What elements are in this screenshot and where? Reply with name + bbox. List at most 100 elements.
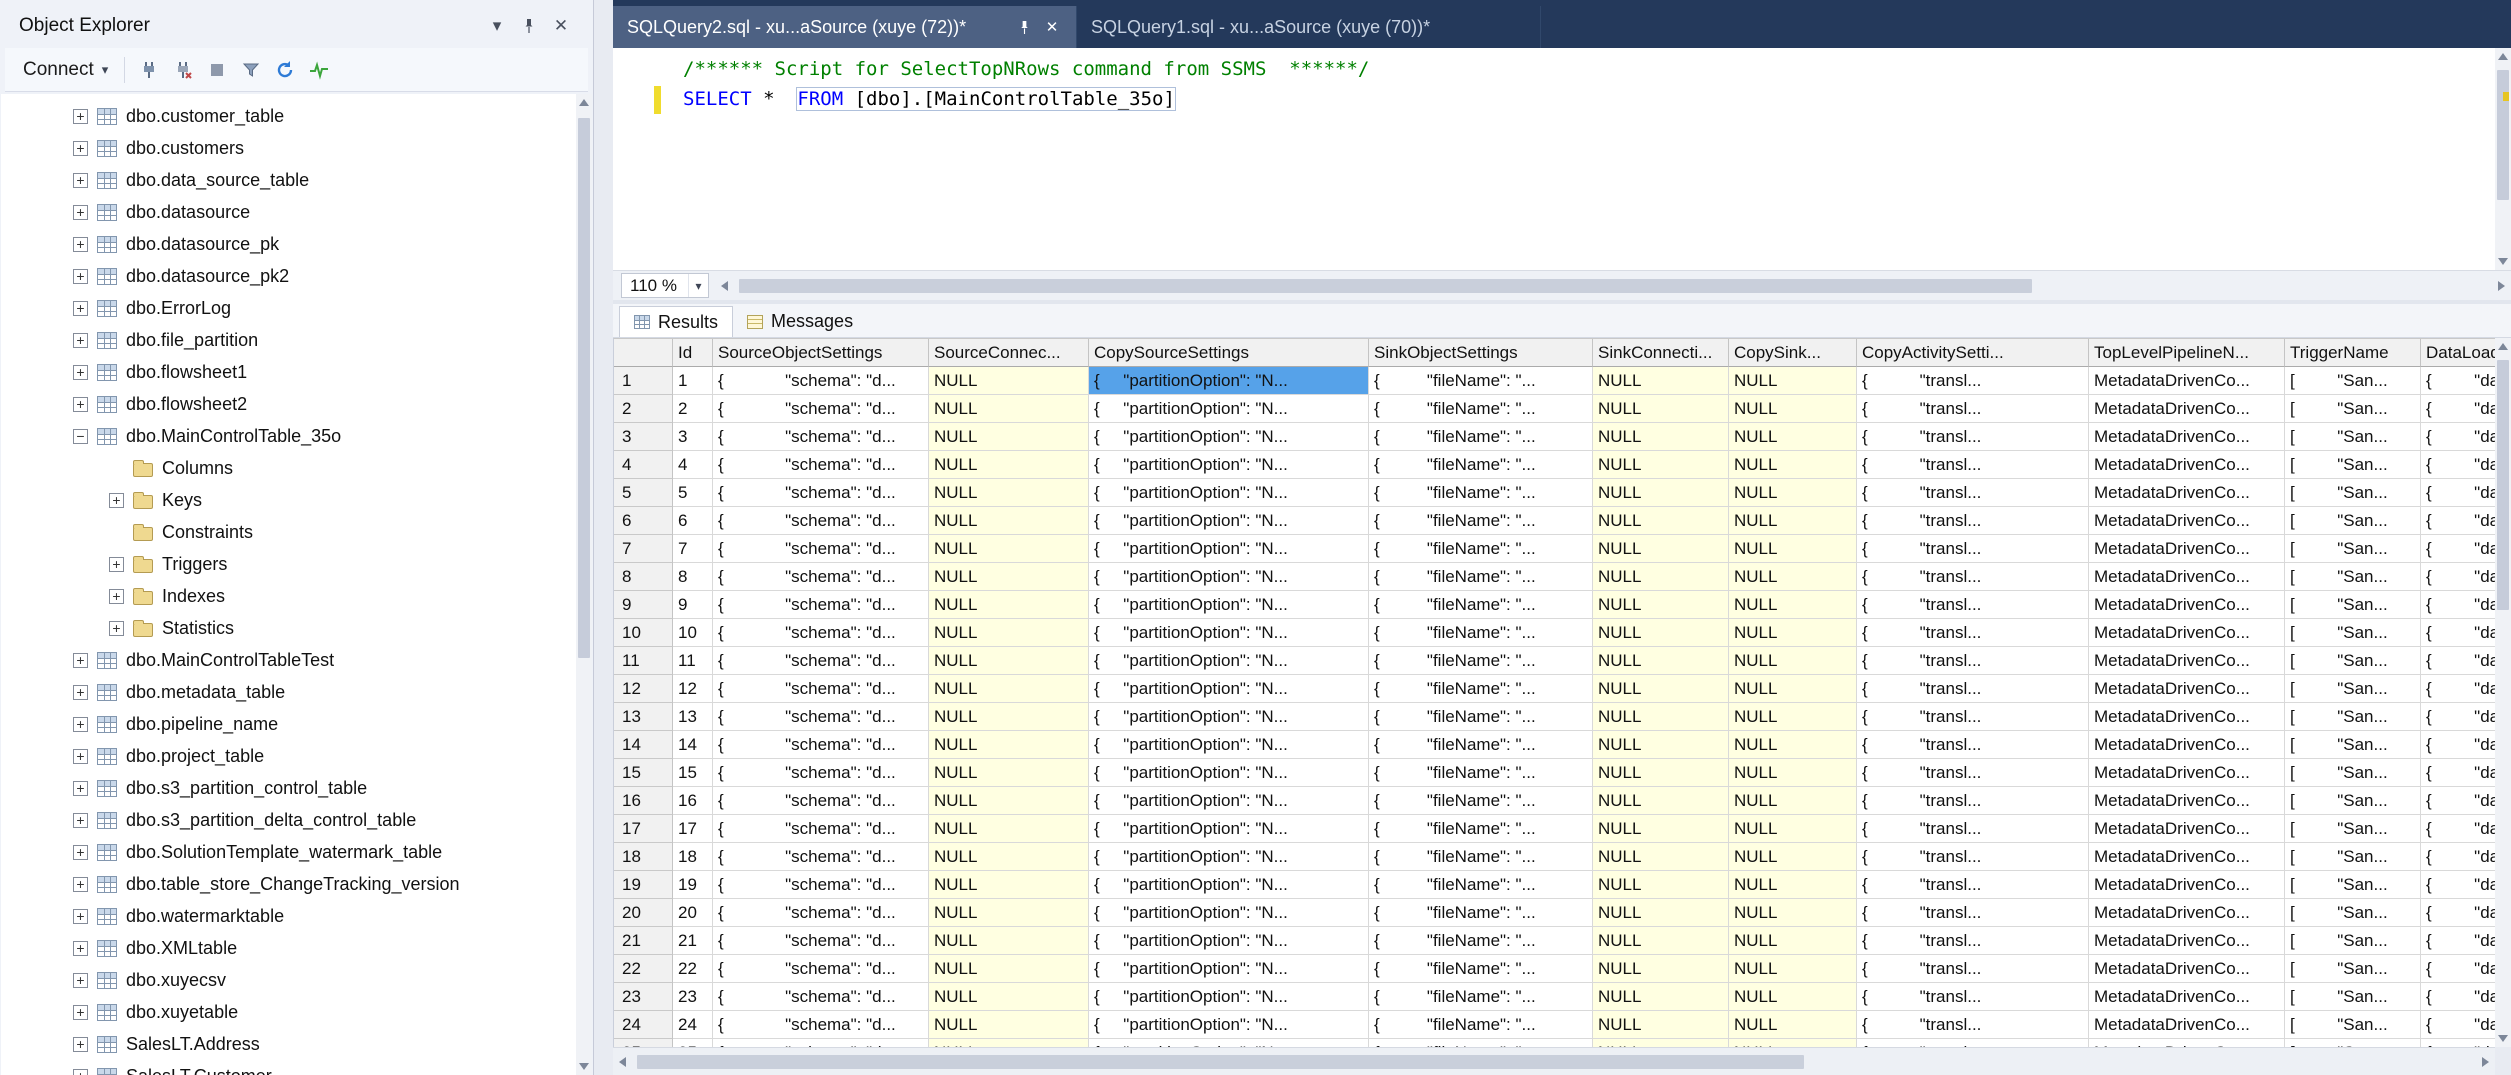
grid-cell-topLevelPipelineName[interactable]: MetadataDrivenCo... bbox=[2089, 1011, 2285, 1039]
grid-cell-sinkConnection[interactable]: NULL bbox=[1593, 731, 1729, 759]
expand-icon[interactable]: + bbox=[73, 109, 88, 124]
column-header-sourceObjectSettings[interactable]: SourceObjectSettings bbox=[713, 339, 929, 367]
grid-cell-sourceConnection[interactable]: NULL bbox=[929, 395, 1089, 423]
grid-cell-sinkObjectSettings[interactable]: { "fileName": "... bbox=[1369, 703, 1593, 731]
grid-cell-topLevelPipelineName[interactable]: MetadataDrivenCo... bbox=[2089, 843, 2285, 871]
grid-cell-sourceObjectSettings[interactable]: { "schema": "d... bbox=[713, 423, 929, 451]
row-header-cell[interactable]: 21 bbox=[614, 927, 673, 955]
grid-cell-sourceObjectSettings[interactable]: { "schema": "d... bbox=[713, 367, 929, 395]
grid-cell-sinkObjectSettings[interactable]: { "fileName": "... bbox=[1369, 871, 1593, 899]
tab-results[interactable]: Results bbox=[619, 306, 733, 337]
grid-cell-topLevelPipelineName[interactable]: MetadataDrivenCo... bbox=[2089, 675, 2285, 703]
row-header-cell[interactable]: 4 bbox=[614, 451, 673, 479]
tree-item-dbo-xuyetable[interactable]: +dbo.xuyetable bbox=[1, 996, 576, 1028]
editor-scrollbar[interactable] bbox=[2495, 48, 2511, 270]
grid-cell-sourceConnection[interactable]: NULL bbox=[929, 675, 1089, 703]
tree-item-dbo-s3-partition-delta-control-table[interactable]: +dbo.s3_partition_delta_control_table bbox=[1, 804, 576, 836]
grid-cell-triggerName[interactable]: [ "San... bbox=[2285, 759, 2421, 787]
grid-cell-sinkConnection[interactable]: NULL bbox=[1593, 871, 1729, 899]
grid-cell-sinkObjectSettings[interactable]: { "fileName": "... bbox=[1369, 675, 1593, 703]
grid-cell-sourceObjectSettings[interactable]: { "schema": "d... bbox=[713, 899, 929, 927]
scrollbar-thumb[interactable] bbox=[2497, 70, 2509, 200]
grid-cell-id[interactable]: 7 bbox=[673, 535, 713, 563]
grid-cell-triggerName[interactable]: [ "San... bbox=[2285, 899, 2421, 927]
grid-cell-copyActivitySettings[interactable]: { "transl... bbox=[1857, 815, 2089, 843]
grid-cell-copySink[interactable]: NULL bbox=[1729, 759, 1857, 787]
scroll-left-arrow-icon[interactable] bbox=[721, 281, 728, 291]
scroll-down-arrow-icon[interactable] bbox=[2498, 258, 2508, 265]
grid-cell-copySink[interactable]: NULL bbox=[1729, 563, 1857, 591]
grid-cell-sourceConnection[interactable]: NULL bbox=[929, 423, 1089, 451]
chevron-down-icon[interactable]: ▾ bbox=[688, 274, 708, 297]
grid-cell-sourceConnection[interactable]: NULL bbox=[929, 703, 1089, 731]
expand-icon[interactable]: + bbox=[73, 941, 88, 956]
grid-cell-triggerName[interactable]: [ "San... bbox=[2285, 479, 2421, 507]
row-header-cell[interactable]: 25 bbox=[614, 1039, 673, 1047]
grid-cell-triggerName[interactable]: [ "San... bbox=[2285, 815, 2421, 843]
filter-icon[interactable] bbox=[235, 54, 267, 86]
grid-cell-copySink[interactable]: NULL bbox=[1729, 423, 1857, 451]
tree-item-dbo-project-table[interactable]: +dbo.project_table bbox=[1, 740, 576, 772]
grid-cell-sinkConnection[interactable]: NULL bbox=[1593, 647, 1729, 675]
grid-cell-sourceConnection[interactable]: NULL bbox=[929, 563, 1089, 591]
grid-cell-triggerName[interactable]: [ "San... bbox=[2285, 1039, 2421, 1047]
row-header-cell[interactable]: 23 bbox=[614, 983, 673, 1011]
grid-cell-copyActivitySettings[interactable]: { "transl... bbox=[1857, 1011, 2089, 1039]
grid-cell-id[interactable]: 22 bbox=[673, 955, 713, 983]
row-header-cell[interactable]: 5 bbox=[614, 479, 673, 507]
grid-cell-sinkConnection[interactable]: NULL bbox=[1593, 479, 1729, 507]
expand-icon[interactable]: + bbox=[109, 589, 124, 604]
grid-cell-topLevelPipelineName[interactable]: MetadataDrivenCo... bbox=[2089, 563, 2285, 591]
grid-cell-triggerName[interactable]: [ "San... bbox=[2285, 703, 2421, 731]
grid-cell-id[interactable]: 8 bbox=[673, 563, 713, 591]
row-header-cell[interactable]: 16 bbox=[614, 787, 673, 815]
grid-cell-dataLoadingBehavior[interactable]: { "data bbox=[2421, 815, 2495, 843]
scroll-up-arrow-icon[interactable] bbox=[579, 99, 589, 106]
grid-cell-copySink[interactable]: NULL bbox=[1729, 731, 1857, 759]
scroll-down-arrow-icon[interactable] bbox=[2498, 1035, 2508, 1042]
row-header-cell[interactable]: 13 bbox=[614, 703, 673, 731]
grid-cell-copySourceSettings[interactable]: { "partitionOption": "N... bbox=[1089, 647, 1369, 675]
grid-cell-sinkConnection[interactable]: NULL bbox=[1593, 843, 1729, 871]
grid-cell-copySourceSettings[interactable]: { "partitionOption": "N... bbox=[1089, 395, 1369, 423]
tree-item-dbo-file-partition[interactable]: +dbo.file_partition bbox=[1, 324, 576, 356]
grid-cell-topLevelPipelineName[interactable]: MetadataDrivenCo... bbox=[2089, 703, 2285, 731]
grid-cell-id[interactable]: 10 bbox=[673, 619, 713, 647]
column-header-sourceConnection[interactable]: SourceConnec... bbox=[929, 339, 1089, 367]
tab-sqlquery2[interactable]: SQLQuery2.sql - xu...aSource (xuye (72))… bbox=[613, 6, 1077, 48]
row-header-cell[interactable]: 12 bbox=[614, 675, 673, 703]
grid-cell-copyActivitySettings[interactable]: { "transl... bbox=[1857, 591, 2089, 619]
grid-cell-copyActivitySettings[interactable]: { "transl... bbox=[1857, 983, 2089, 1011]
tree-item-dbo-watermarktable[interactable]: +dbo.watermarktable bbox=[1, 900, 576, 932]
grid-cell-copySourceSettings[interactable]: { "partitionOption": "N... bbox=[1089, 367, 1369, 395]
pin-icon[interactable] bbox=[516, 14, 542, 38]
grid-cell-sourceObjectSettings[interactable]: { "schema": "d... bbox=[713, 451, 929, 479]
tree-item-dbo-maincontroltable-35o[interactable]: −dbo.MainControlTable_35o bbox=[1, 420, 576, 452]
grid-cell-triggerName[interactable]: [ "San... bbox=[2285, 955, 2421, 983]
grid-cell-dataLoadingBehavior[interactable]: { "data bbox=[2421, 787, 2495, 815]
scroll-left-arrow-icon[interactable] bbox=[619, 1057, 626, 1067]
grid-cell-dataLoadingBehavior[interactable]: { "data bbox=[2421, 451, 2495, 479]
row-header-cell[interactable]: 11 bbox=[614, 647, 673, 675]
expand-icon[interactable]: + bbox=[73, 653, 88, 668]
grid-cell-copySourceSettings[interactable]: { "partitionOption": "N... bbox=[1089, 703, 1369, 731]
grid-cell-triggerName[interactable]: [ "San... bbox=[2285, 927, 2421, 955]
tree-item-triggers[interactable]: +Triggers bbox=[1, 548, 576, 580]
object-explorer-scrollbar[interactable] bbox=[576, 94, 592, 1075]
grid-cell-sinkObjectSettings[interactable]: { "fileName": "... bbox=[1369, 479, 1593, 507]
expand-icon[interactable]: + bbox=[73, 397, 88, 412]
grid-cell-sinkConnection[interactable]: NULL bbox=[1593, 983, 1729, 1011]
tree-item-dbo-data-source-table[interactable]: +dbo.data_source_table bbox=[1, 164, 576, 196]
grid-cell-topLevelPipelineName[interactable]: MetadataDrivenCo... bbox=[2089, 647, 2285, 675]
tree-item-dbo-xuyecsv[interactable]: +dbo.xuyecsv bbox=[1, 964, 576, 996]
grid-cell-topLevelPipelineName[interactable]: MetadataDrivenCo... bbox=[2089, 507, 2285, 535]
grid-cell-sinkObjectSettings[interactable]: { "fileName": "... bbox=[1369, 395, 1593, 423]
column-header-rownum[interactable] bbox=[614, 339, 673, 367]
expand-icon[interactable]: + bbox=[73, 781, 88, 796]
grid-cell-copySourceSettings[interactable]: { "partitionOption": "N... bbox=[1089, 1011, 1369, 1039]
grid-cell-triggerName[interactable]: [ "San... bbox=[2285, 451, 2421, 479]
row-header-cell[interactable]: 22 bbox=[614, 955, 673, 983]
column-header-copySourceSettings[interactable]: CopySourceSettings bbox=[1089, 339, 1369, 367]
expand-icon[interactable]: + bbox=[73, 301, 88, 316]
tree-item-dbo-table-store-changetracking-version[interactable]: +dbo.table_store_ChangeTracking_version bbox=[1, 868, 576, 900]
